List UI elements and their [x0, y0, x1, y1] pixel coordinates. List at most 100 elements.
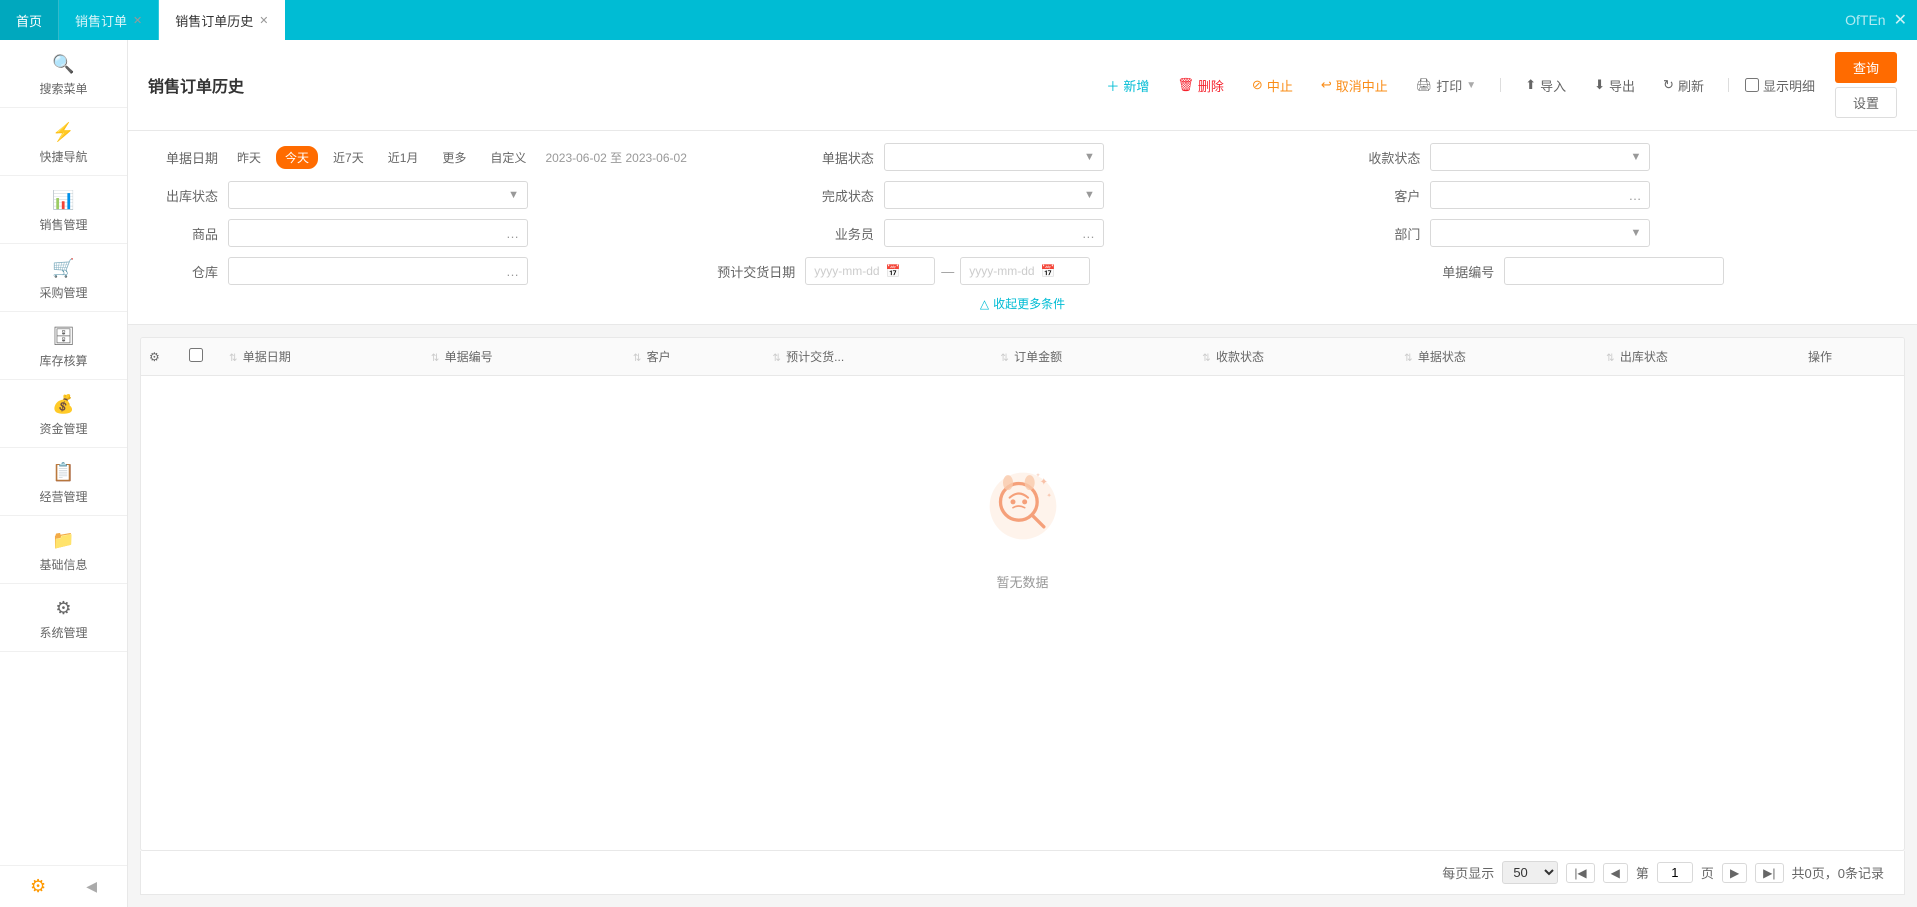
date-1month-btn[interactable]: 近1月 — [379, 146, 428, 169]
print-button[interactable]: 🖨 打印 ▼ — [1408, 72, 1484, 99]
completion-status-select[interactable]: ▼ — [884, 181, 1104, 209]
next-page-button[interactable]: ▶ — [1722, 863, 1747, 883]
delivery-status-select[interactable]: ▼ — [228, 181, 528, 209]
th-customer[interactable]: ⇅ 客户 — [625, 338, 765, 376]
sidebar-item-sales-mgmt[interactable]: 📊 销售管理 — [0, 176, 127, 244]
quick-nav-icon: ⚡ — [52, 122, 74, 143]
order-status-select[interactable]: ▼ — [884, 143, 1104, 171]
page-size-select[interactable]: 50 10 20 100 — [1502, 861, 1558, 884]
goods-label: 商品 — [148, 224, 228, 243]
warehouse-input[interactable]: … — [228, 257, 528, 285]
date-more-btn[interactable]: 更多 — [433, 146, 475, 169]
salesperson-ellipsis-icon: … — [1082, 226, 1095, 241]
th-order-number[interactable]: ⇅ 单据编号 — [423, 338, 625, 376]
inventory-icon: 🗄 — [52, 326, 75, 347]
select-all-checkbox[interactable] — [189, 348, 203, 362]
th-expected-delivery[interactable]: ⇅ 预计交货... — [764, 338, 992, 376]
finance-icon: 💰 — [52, 394, 74, 415]
date-yesterday-btn[interactable]: 昨天 — [228, 146, 270, 169]
top-close-button[interactable]: ✕ — [1894, 10, 1907, 30]
operations-icon: 📋 — [52, 462, 74, 483]
cancel-stop-label: 取消中止 — [1336, 76, 1388, 95]
sidebar-item-search-label: 搜索菜单 — [39, 80, 87, 97]
order-status-chevron: ▼ — [1084, 151, 1095, 163]
tab-sales-order-close[interactable]: ✕ — [133, 14, 142, 27]
date-filter-value: 昨天 今天 近7天 近1月 更多 自定义 2023-06-02 至 2023-0… — [228, 146, 804, 169]
tab-sales-order-history[interactable]: 销售订单历史 ✕ — [159, 0, 285, 40]
sidebar-item-operations-label: 经营管理 — [39, 488, 87, 505]
department-select[interactable]: ▼ — [1430, 219, 1650, 247]
settings-button[interactable]: 设置 — [1835, 87, 1897, 118]
expected-delivery-start[interactable]: yyyy-mm-dd 📅 — [805, 257, 935, 285]
export-icon: ⬇ — [1594, 77, 1605, 93]
date-custom-btn[interactable]: 自定义 — [481, 146, 535, 169]
date-separator: — — [941, 264, 954, 279]
sort-order-number-icon: ⇅ — [431, 353, 439, 364]
department-chevron: ▼ — [1631, 227, 1642, 239]
th-payment-status[interactable]: ⇅ 收款状态 — [1194, 338, 1396, 376]
pagination-bar: 每页显示 50 10 20 100 |◀ ◀ 第 页 ▶ ▶| 共0页，0条记录 — [140, 851, 1905, 895]
calendar-icon-2: 📅 — [1041, 264, 1056, 278]
sidebar-item-system-mgmt[interactable]: ⚙ 系统管理 — [0, 584, 127, 652]
cancel-stop-button[interactable]: ↩ 取消中止 — [1313, 72, 1396, 99]
sidebar-item-quick-nav[interactable]: ⚡ 快捷导航 — [0, 108, 127, 176]
th-order-status[interactable]: ⇅ 单据状态 — [1396, 338, 1598, 376]
payment-status-select[interactable]: ▼ — [1430, 143, 1650, 171]
sidebar-collapse-icon[interactable]: ◀ — [86, 878, 97, 895]
salesperson-label: 业务员 — [804, 224, 884, 243]
th-checkbox[interactable] — [181, 338, 221, 376]
th-gear[interactable]: ⚙ — [141, 338, 181, 376]
new-button[interactable]: ＋ + 新增 新增 — [1098, 72, 1157, 99]
order-number-label: 单据编号 — [1424, 262, 1504, 281]
main-layout: 🔍 搜索菜单 ⚡ 快捷导航 📊 销售管理 🛒 采购管理 🗄 库存核算 💰 资金管… — [0, 40, 1917, 907]
display-detail-checkbox[interactable] — [1745, 78, 1759, 92]
page-title-row: 销售订单历史 ＋ + 新增 新增 🗑 删除 ⊘ 中止 — [148, 52, 1897, 118]
filter-row-4: 仓库 … 预计交货日期 yyyy-mm-dd 📅 — yyyy-mm-dd — [148, 257, 1897, 285]
salesperson-input[interactable]: … — [884, 219, 1104, 247]
print-chevron: ▼ — [1466, 80, 1476, 91]
delete-button[interactable]: 🗑 删除 — [1169, 72, 1232, 99]
sidebar-item-purchase-label: 采购管理 — [39, 284, 87, 301]
tab-history-close[interactable]: ✕ — [259, 14, 268, 27]
customer-input[interactable]: … — [1430, 181, 1650, 209]
page-label-suffix: 页 — [1701, 863, 1714, 882]
current-page-input[interactable] — [1657, 862, 1693, 883]
delivery-status-chevron: ▼ — [508, 189, 519, 201]
delete-icon: 🗑 — [1177, 77, 1194, 93]
tab-home[interactable]: 销售订单历史 首页 — [0, 0, 59, 40]
expected-delivery-end[interactable]: yyyy-mm-dd 📅 — [960, 257, 1090, 285]
page-header: 销售订单历史 ＋ + 新增 新增 🗑 删除 ⊘ 中止 — [128, 40, 1917, 131]
customer-label: 客户 — [1350, 186, 1430, 205]
sidebar-item-operations[interactable]: 📋 经营管理 — [0, 448, 127, 516]
first-page-button[interactable]: |◀ — [1566, 863, 1594, 883]
sidebar-item-search-menu[interactable]: 🔍 搜索菜单 — [0, 40, 127, 108]
export-button[interactable]: ⬇ 导出 — [1586, 72, 1643, 99]
query-button[interactable]: 查询 — [1835, 52, 1897, 83]
sidebar-item-finance[interactable]: 💰 资金管理 — [0, 380, 127, 448]
tab-sales-order[interactable]: 销售订单 ✕ — [59, 0, 159, 40]
date-7days-btn[interactable]: 近7天 — [324, 146, 373, 169]
filter-col-warehouse: 仓库 … — [148, 257, 715, 285]
last-page-button[interactable]: ▶| — [1755, 863, 1783, 883]
sidebar-settings-icon[interactable]: ⚙ — [30, 876, 46, 897]
date-today-btn[interactable]: 今天 — [276, 146, 318, 169]
order-number-input[interactable] — [1504, 257, 1724, 285]
refresh-button[interactable]: ↻ 刷新 — [1655, 72, 1712, 99]
display-detail-button[interactable]: 显示明细 — [1745, 76, 1815, 95]
prev-page-button[interactable]: ◀ — [1603, 863, 1628, 883]
data-table: ⚙ ⇅ 单据日期 ⇅ 单据编号 — [141, 338, 1904, 631]
th-order-amount[interactable]: ⇅ 订单金额 — [992, 338, 1194, 376]
th-delivery-status[interactable]: ⇅ 出库状态 — [1598, 338, 1800, 376]
sidebar-item-basic-info[interactable]: 📁 基础信息 — [0, 516, 127, 584]
sidebar-item-inventory[interactable]: 🗄 库存核算 — [0, 312, 127, 380]
stop-label: 中止 — [1267, 76, 1293, 95]
import-button[interactable]: ⬆ 导入 — [1517, 72, 1574, 99]
collapse-row[interactable]: △ 收起更多条件 — [148, 295, 1897, 312]
sidebar-item-basic-info-label: 基础信息 — [39, 556, 87, 573]
stop-button[interactable]: ⊘ 中止 — [1244, 72, 1301, 99]
th-order-date[interactable]: ⇅ 单据日期 — [221, 338, 423, 376]
collapse-label: 收起更多条件 — [993, 295, 1065, 312]
sidebar-item-purchase-mgmt[interactable]: 🛒 采购管理 — [0, 244, 127, 312]
goods-input[interactable]: … — [228, 219, 528, 247]
sidebar-item-inventory-label: 库存核算 — [39, 352, 87, 369]
